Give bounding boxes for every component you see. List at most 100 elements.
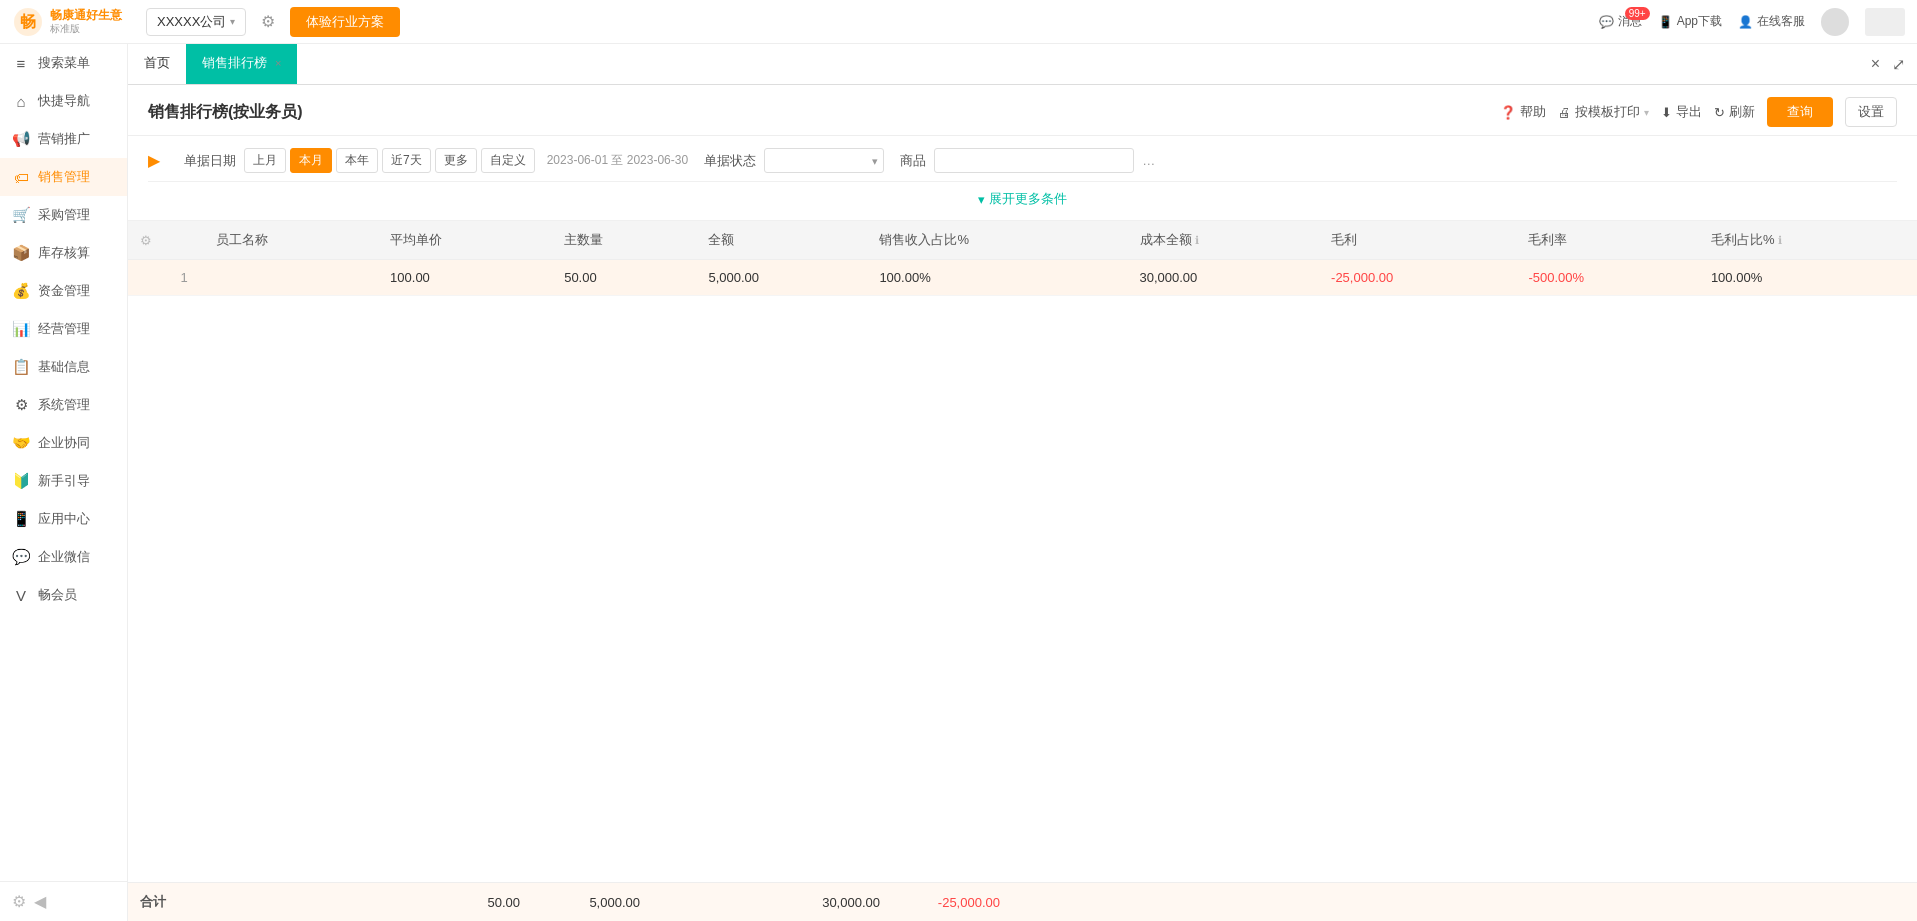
tab-sales-ranking-label: 销售排行榜 bbox=[202, 54, 267, 72]
collapse-icon[interactable]: ▶ bbox=[148, 151, 160, 170]
footer-cells: 50.00 5,000.00 30,000.00 -25,000.00 bbox=[220, 895, 1905, 910]
settings-button[interactable]: 设置 bbox=[1845, 97, 1897, 127]
app-name: 畅康通好生意 bbox=[50, 8, 122, 22]
sidebar-icon-basic-info: 📋 bbox=[12, 358, 30, 376]
export-icon: ⬇ bbox=[1661, 105, 1672, 120]
avatar[interactable] bbox=[1821, 8, 1849, 36]
col-gross-rate: 毛利率 bbox=[1516, 221, 1698, 260]
sidebar-item-system-mgmt[interactable]: ⚙系统管理 bbox=[0, 386, 127, 424]
last-7-days-btn[interactable]: 近7天 bbox=[382, 148, 431, 173]
main-area: ≡搜索菜单⌂快捷导航📢营销推广🏷销售管理🛒采购管理📦库存核算💰资金管理📊经营管理… bbox=[0, 44, 1917, 921]
expand-more-btn[interactable]: ▾ 展开更多条件 bbox=[148, 181, 1897, 208]
window-max-button[interactable]: ⤢ bbox=[1888, 51, 1909, 78]
trial-button[interactable]: 体验行业方案 bbox=[290, 7, 400, 37]
sidebar-icon-enterprise-wechat: 💬 bbox=[12, 548, 30, 566]
page-actions: ❓ 帮助 🖨 按模板打印 ▾ ⬇ 导出 ↻ bbox=[1500, 97, 1897, 127]
online-service-label: 在线客服 bbox=[1757, 13, 1805, 30]
sidebar-bottom: ⚙ ◀ bbox=[0, 881, 127, 921]
app-download-icon: 📱 bbox=[1658, 15, 1673, 29]
sidebar-label-purchase-mgmt: 采购管理 bbox=[38, 206, 90, 224]
goods-input[interactable] bbox=[934, 148, 1134, 173]
sidebar-icon-newbie-guide: 🔰 bbox=[12, 472, 30, 490]
refresh-button[interactable]: ↻ 刷新 bbox=[1714, 103, 1755, 121]
sidebar-item-newbie-guide[interactable]: 🔰 新手引导 bbox=[0, 462, 127, 500]
sidebar-item-finance[interactable]: 💰资金管理 bbox=[0, 272, 127, 310]
row-gross-profit-0: -25,000.00 bbox=[1319, 260, 1516, 296]
current-month-btn[interactable]: 本月 bbox=[290, 148, 332, 173]
row-amount-0: 5,000.00 bbox=[696, 260, 867, 296]
col-amount: 全额 bbox=[696, 221, 867, 260]
date-filter: 单据日期 上月 本月 本年 近7天 更多 自定义 2023-06-01 至 20… bbox=[184, 148, 688, 173]
print-button[interactable]: 🖨 按模板打印 ▾ bbox=[1558, 103, 1649, 121]
more-date-btn[interactable]: 更多 bbox=[435, 148, 477, 173]
prev-month-btn[interactable]: 上月 bbox=[244, 148, 286, 173]
company-selector[interactable]: XXXXX公司 ▾ bbox=[146, 8, 246, 36]
settings-icon[interactable]: ⚙ bbox=[254, 8, 282, 36]
refresh-icon: ↻ bbox=[1714, 105, 1725, 120]
sidebar-item-app-center[interactable]: 📱应用中心 bbox=[0, 500, 127, 538]
sidebar-collapse-icon[interactable]: ◀ bbox=[34, 892, 46, 911]
tab-close-icon[interactable]: × bbox=[275, 57, 281, 69]
date-range-display: 2023-06-01 至 2023-06-30 bbox=[547, 152, 688, 169]
chevron-down-icon: ▾ bbox=[230, 16, 235, 27]
sidebar-item-marketing[interactable]: 📢营销推广 bbox=[0, 120, 127, 158]
sidebar-item-ops-mgmt[interactable]: 📊经营管理 bbox=[0, 310, 127, 348]
sidebar-label-sales-mgmt: 销售管理 bbox=[38, 168, 90, 186]
goods-filter: 商品 … bbox=[900, 148, 1155, 173]
help-icon: ❓ bbox=[1500, 105, 1516, 120]
print-icon: 🖨 bbox=[1558, 105, 1571, 120]
table-settings-icon[interactable]: ⚙ bbox=[140, 233, 152, 248]
sidebar-label-inventory: 库存核算 bbox=[38, 244, 90, 262]
this-year-btn[interactable]: 本年 bbox=[336, 148, 378, 173]
row-cost-amount-0: 30,000.00 bbox=[1128, 260, 1320, 296]
sales-ranking-table: ⚙ 员工名称 平均单价 主数量 全额 销售收入占比% 成本全额 ℹ bbox=[128, 221, 1917, 296]
sidebar-item-sales-mgmt[interactable]: 🏷销售管理 bbox=[0, 158, 127, 196]
tab-sales-ranking[interactable]: 销售排行榜 × bbox=[186, 44, 297, 84]
sidebar-item-inventory[interactable]: 📦库存核算 bbox=[0, 234, 127, 272]
sidebar-item-enterprise-collab[interactable]: 🤝企业协同 bbox=[0, 424, 127, 462]
col-avg-price: 平均单价 bbox=[378, 221, 552, 260]
query-button[interactable]: 查询 bbox=[1767, 97, 1833, 127]
footer-amount: 5,000.00 bbox=[520, 895, 640, 910]
app-logo: 畅 畅康通好生意 标准版 bbox=[12, 6, 122, 38]
goods-more-icon[interactable]: … bbox=[1142, 153, 1155, 168]
col-cost-amount: 成本全额 ℹ bbox=[1128, 221, 1320, 260]
col-settings: ⚙ bbox=[128, 221, 164, 260]
sidebar-item-quick-nav[interactable]: ⌂快捷导航 bbox=[0, 82, 127, 120]
footer-label: 合计 bbox=[140, 893, 220, 911]
logo-icon: 畅 bbox=[12, 6, 44, 38]
window-close-button[interactable]: × bbox=[1867, 51, 1884, 77]
sidebar-label-newbie-guide: 新手引导 bbox=[38, 472, 90, 490]
svg-text:畅: 畅 bbox=[20, 13, 36, 30]
filter-bar: ▶ 单据日期 上月 本月 本年 近7天 更多 自定义 bbox=[128, 136, 1917, 221]
col-gross-profit: 毛利 bbox=[1319, 221, 1516, 260]
tab-home[interactable]: 首页 bbox=[128, 44, 186, 84]
user-name-area[interactable] bbox=[1865, 8, 1905, 36]
export-button[interactable]: ⬇ 导出 bbox=[1661, 103, 1702, 121]
online-service-icon: 👤 bbox=[1738, 15, 1753, 29]
cost-info-icon[interactable]: ℹ bbox=[1195, 234, 1199, 246]
sidebar-label-app-center: 应用中心 bbox=[38, 510, 90, 528]
sidebar-label-ops-mgmt: 经营管理 bbox=[38, 320, 90, 338]
online-service-button[interactable]: 👤 在线客服 bbox=[1738, 13, 1805, 30]
footer-qty: 50.00 bbox=[420, 895, 520, 910]
sidebar-item-purchase-mgmt[interactable]: 🛒采购管理 bbox=[0, 196, 127, 234]
gross-ratio-info-icon[interactable]: ℹ bbox=[1778, 234, 1782, 246]
table-row: 1 100.00 50.00 5,000.00 100.00% 30,000.0… bbox=[128, 260, 1917, 296]
sidebar-icon-vip: V bbox=[12, 586, 30, 604]
status-select[interactable] bbox=[764, 148, 884, 173]
sidebar-item-vip[interactable]: V畅会员 bbox=[0, 576, 127, 614]
tab-bar: 首页 销售排行榜 × × ⤢ bbox=[128, 44, 1917, 85]
message-button[interactable]: 💬 消息 99+ bbox=[1599, 13, 1642, 30]
sidebar-item-basic-info[interactable]: 📋基础信息 bbox=[0, 348, 127, 386]
col-gross-ratio: 毛利占比% ℹ bbox=[1699, 221, 1917, 260]
app-download-button[interactable]: 📱 App下载 bbox=[1658, 13, 1722, 30]
sidebar-item-enterprise-wechat[interactable]: 💬企业微信 bbox=[0, 538, 127, 576]
custom-date-btn[interactable]: 自定义 bbox=[481, 148, 535, 173]
status-select-wrap bbox=[764, 148, 884, 173]
help-button[interactable]: ❓ 帮助 bbox=[1500, 103, 1546, 121]
print-chevron-icon: ▾ bbox=[1644, 107, 1649, 118]
sidebar-settings-icon[interactable]: ⚙ bbox=[12, 892, 26, 911]
sidebar-item-search-order[interactable]: ≡搜索菜单 bbox=[0, 44, 127, 82]
message-badge: 99+ bbox=[1625, 7, 1650, 20]
